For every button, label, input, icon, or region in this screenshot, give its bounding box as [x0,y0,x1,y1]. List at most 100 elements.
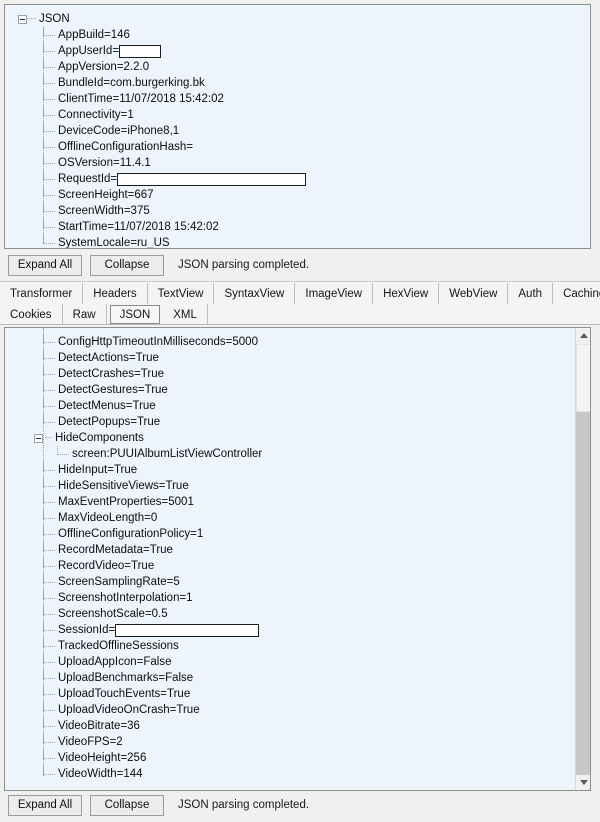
tab-headers[interactable]: Headers [83,283,148,304]
tree-node[interactable]: UploadBenchmarks=False [5,670,590,686]
tree-node-label: AppUserId= [58,45,120,57]
tree-node[interactable]: TrackedOfflineSessions [5,638,590,654]
tree-node[interactable]: RequestId= [5,171,590,187]
tree-connector [43,510,55,519]
tree-node[interactable]: Connectivity=1 [5,107,590,123]
upper-json-toolbar: Expand All Collapse JSON parsing complet… [0,252,600,278]
tree-node-label: UploadTouchEvents=True [58,688,191,700]
tree-node[interactable]: VideoFPS=2 [5,734,590,750]
tree-node[interactable]: MaxEventProperties=5001 [5,494,590,510]
tab-webview[interactable]: WebView [439,283,509,304]
scroll-up-button[interactable] [576,328,590,343]
tree-node[interactable]: VideoBitrate=36 [5,718,590,734]
tree-node-label: UploadAppIcon=False [58,656,172,668]
tree-node[interactable]: MaxVideoLength=0 [5,510,590,526]
collapse-expander-icon[interactable] [18,14,27,24]
tree-node[interactable]: SessionId= [5,622,590,638]
tree-connector [43,27,55,36]
tree-root-node[interactable]: JSON [5,11,590,27]
tree-node[interactable]: ClientTime=11/07/2018 15:42:02 [5,91,590,107]
tab-raw[interactable]: Raw [63,304,107,325]
tree-node[interactable]: StartTime=11/07/2018 15:42:02 [5,219,590,235]
tree-node[interactable]: VideoHeight=256 [5,750,590,766]
tab-imageview[interactable]: ImageView [295,283,374,304]
upper-json-tree-panel[interactable]: JSON AppBuild=146 AppUserId= AppVersion=2.… [4,4,591,249]
tree-node[interactable]: DetectGestures=True [5,382,590,398]
vertical-scrollbar[interactable] [575,328,590,790]
tree-node[interactable]: ConfigHttpTimeoutInMilliseconds=5000 [5,334,590,350]
tree-node[interactable]: RecordVideo=True [5,558,590,574]
tree-node[interactable]: SystemLocale=ru_US [5,235,590,248]
collapse-button-upper[interactable]: Collapse [90,254,164,276]
tree-node-label: AppVersion=2.2.0 [58,61,150,73]
scroll-down-button[interactable] [576,775,590,790]
tree-node-label: SessionId= [58,624,116,636]
tree-node[interactable]: RecordMetadata=True [5,542,590,558]
tree-node[interactable]: HideComponents [5,430,590,446]
tree-node[interactable]: AppUserId= [5,43,590,59]
tree-node-label: MaxVideoLength=0 [58,512,158,524]
tab-hexview[interactable]: HexView [373,283,440,304]
tree-node[interactable]: screen:PUUIAlbumListViewController [5,446,590,462]
tab-textview[interactable]: TextView [148,283,215,304]
tree-node[interactable]: ScreenshotInterpolation=1 [5,590,590,606]
tree-node[interactable]: HideInput=True [5,462,590,478]
lower-json-tree-panel[interactable]: ConfigHttpTimeoutInMilliseconds=5000 Dete… [4,327,591,791]
collapse-expander-icon[interactable] [34,433,43,443]
tree-node[interactable]: AppVersion=2.2.0 [5,59,590,75]
tab-json[interactable]: JSON [109,305,161,324]
tree-node[interactable]: DeviceCode=iPhone8,1 [5,123,590,139]
tab-auth[interactable]: Auth [508,283,554,304]
expand-all-button-lower[interactable]: Expand All [8,794,82,816]
upper-json-tree[interactable]: JSON AppBuild=146 AppUserId= AppVersion=2.… [5,5,590,248]
tree-value-input[interactable] [115,623,260,637]
tree-value-input[interactable] [119,44,162,58]
tree-value-input[interactable] [117,172,307,186]
tab-caching[interactable]: Caching [553,283,600,304]
tree-node-label: HideInput=True [58,464,138,476]
tree-node[interactable]: VideoWidth=144 [5,766,590,782]
tree-node[interactable]: UploadAppIcon=False [5,654,590,670]
collapse-button-lower[interactable]: Collapse [90,794,164,816]
tree-node[interactable]: DetectMenus=True [5,398,590,414]
tree-node[interactable]: ScreenWidth=375 [5,203,590,219]
lower-json-tree[interactable]: ConfigHttpTimeoutInMilliseconds=5000 Dete… [5,328,590,790]
tree-node[interactable]: OSVersion=11.4.1 [5,155,590,171]
tree-node-label: DetectGestures=True [58,384,168,396]
scrollbar-track[interactable] [576,412,590,775]
tree-node-label: DetectMenus=True [58,400,156,412]
tree-connector [43,702,55,711]
tree-node[interactable]: DetectActions=True [5,350,590,366]
tree-node[interactable]: DetectPopups=True [5,414,590,430]
tree-connector [43,382,55,391]
tree-connector [43,526,55,535]
tree-node[interactable]: AppBuild=146 [5,27,590,43]
tree-node[interactable]: DetectCrashes=True [5,366,590,382]
tree-node-label: OfflineConfigurationPolicy=1 [58,528,204,540]
tree-node[interactable]: UploadTouchEvents=True [5,686,590,702]
tree-node[interactable]: UploadVideoOnCrash=True [5,702,590,718]
expand-all-button-upper[interactable]: Expand All [8,254,82,276]
tree-node[interactable]: OfflineConfigurationHash= [5,139,590,155]
tree-node[interactable]: OfflineConfigurationPolicy=1 [5,526,590,542]
tree-node-label: DeviceCode=iPhone8,1 [58,125,180,137]
tree-node[interactable]: ScreenshotScale=0.5 [5,606,590,622]
tree-node-label: screen:PUUIAlbumListViewController [72,448,263,460]
lower-tree-node-list: ConfigHttpTimeoutInMilliseconds=5000 Dete… [5,334,590,782]
tree-node[interactable]: ScreenHeight=667 [5,187,590,203]
tree-node[interactable]: ScreenSamplingRate=5 [5,574,590,590]
tree-connector [43,59,55,68]
lower-status-text: JSON parsing completed. [178,799,310,811]
tree-node-label: ScreenshotInterpolation=1 [58,592,193,604]
tree-node-label: ScreenHeight=667 [58,189,154,201]
scrollbar-thumb[interactable] [576,344,590,412]
tree-node[interactable]: BundleId=com.burgerking.bk [5,75,590,91]
tree-connector [43,622,55,631]
tree-connector [43,638,55,647]
tab-syntaxview[interactable]: SyntaxView [214,283,296,304]
tree-node[interactable]: HideSensitiveViews=True [5,478,590,494]
tab-cookies[interactable]: Cookies [0,304,63,325]
tree-node-label: OSVersion=11.4.1 [58,157,151,169]
tab-transformer[interactable]: Transformer [0,283,84,304]
tab-xml[interactable]: XML [163,304,208,325]
